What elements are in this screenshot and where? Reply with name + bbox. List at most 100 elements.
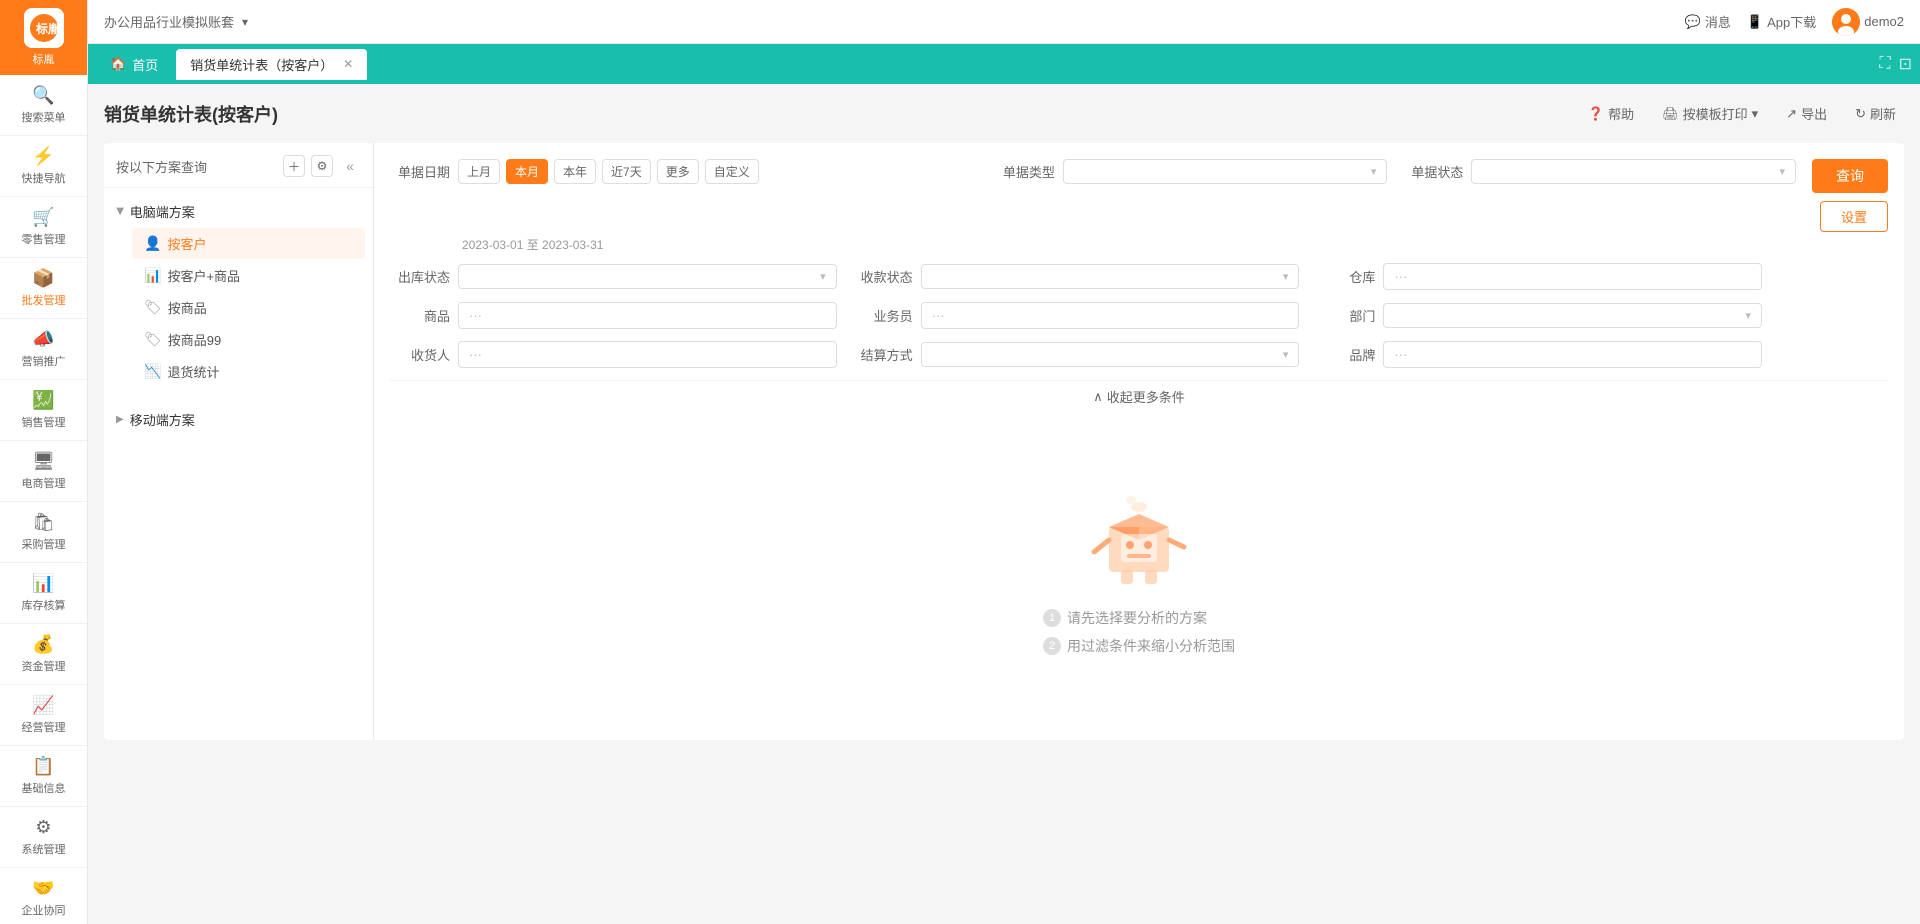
- empty-num-2: 2: [1043, 637, 1061, 655]
- collapse-chevron-icon: ∧: [1093, 389, 1103, 405]
- dept-label: 部门: [1315, 306, 1375, 325]
- tree-parent-mobile[interactable]: ▶ 移动端方案: [104, 404, 373, 435]
- panel-collapse-icon[interactable]: «: [339, 155, 361, 177]
- tree-child-by-product-99[interactable]: 🏷 按商品99: [132, 324, 365, 355]
- sidebar-item-label: 资金管理: [22, 658, 66, 674]
- sidebar-item-inventory[interactable]: 📊 库存核算: [0, 563, 87, 624]
- app-download-action[interactable]: 📱 App下载: [1747, 12, 1816, 31]
- staff-filter[interactable]: ···: [921, 302, 1300, 329]
- sidebar-item-label: 批发管理: [22, 292, 66, 308]
- inventory-icon: 📊: [32, 573, 54, 594]
- consignee-filter[interactable]: ···: [458, 341, 837, 368]
- sidebar-item-wholesale-mgmt[interactable]: 📦 批发管理: [0, 258, 87, 319]
- retail-mgmt-icon: 🛒: [32, 207, 54, 228]
- tab-close-icon[interactable]: ✕: [343, 57, 353, 71]
- sidebar-item-ops-mgmt[interactable]: 📈 经营管理: [0, 685, 87, 746]
- tab-window-icon[interactable]: ⊡: [1899, 54, 1912, 74]
- date-btn-last-7-days[interactable]: 近7天: [602, 159, 651, 184]
- consignee-label: 收货人: [390, 345, 450, 364]
- date-btn-last-month[interactable]: 上月: [458, 159, 500, 184]
- payment-method-filter[interactable]: ▾: [921, 342, 1300, 367]
- tree-parent-desktop-label: 电脑端方案: [130, 202, 195, 221]
- sidebar-item-search-menu[interactable]: 🔍 搜索菜单: [0, 75, 87, 136]
- type-filter[interactable]: ▾: [1063, 159, 1388, 184]
- warehouse-filter[interactable]: ···: [1383, 263, 1762, 290]
- sidebar-item-basic-info[interactable]: 📋 基础信息: [0, 746, 87, 807]
- date-btn-more[interactable]: 更多: [657, 159, 699, 184]
- help-label: 帮助: [1608, 104, 1634, 123]
- tab-home[interactable]: 🏠 首页: [96, 49, 172, 80]
- date-label: 单据日期: [390, 162, 450, 181]
- enterprise-icon: 🤝: [32, 878, 54, 899]
- date-btn-custom[interactable]: 自定义: [705, 159, 759, 184]
- logo-area[interactable]: 标胤 标胤: [0, 0, 87, 75]
- sidebar-item-purchase-mgmt[interactable]: 🛍 采购管理: [0, 502, 87, 563]
- collapse-more-button[interactable]: ∧ 收起更多条件: [390, 380, 1888, 412]
- refresh-icon: ↻: [1855, 106, 1866, 122]
- tree-child-by-product-label: 按商品: [168, 298, 207, 317]
- collapse-more-label: 收起更多条件: [1107, 387, 1185, 406]
- tree-child-by-customer[interactable]: 👤 按客户: [132, 228, 365, 259]
- date-btn-this-month[interactable]: 本月: [506, 159, 548, 184]
- refresh-label: 刷新: [1870, 104, 1896, 123]
- receipt-status-dropdown-icon: ▾: [1283, 270, 1289, 283]
- type-label: 单据类型: [995, 162, 1055, 181]
- brand-filter[interactable]: ···: [1383, 341, 1762, 368]
- sidebar-item-sys-mgmt[interactable]: ⚙ 系统管理: [0, 807, 87, 868]
- empty-num-1: 1: [1043, 609, 1061, 627]
- tree-parent-desktop[interactable]: ▶ 电脑端方案: [104, 196, 373, 227]
- tree-children-desktop: 👤 按客户 📊 按客户+商品 🏷 按商品: [104, 228, 373, 387]
- refresh-button[interactable]: ↻ 刷新: [1847, 100, 1904, 127]
- product-placeholder: ···: [469, 308, 826, 323]
- help-icon: ❓: [1588, 106, 1604, 122]
- empty-hint-2: 2 用过滤条件来缩小分析范围: [1043, 636, 1235, 656]
- return-stats-icon: 📉: [144, 363, 161, 380]
- query-button[interactable]: 查询: [1812, 159, 1888, 193]
- consignee-placeholder: ···: [469, 347, 826, 362]
- panel-settings-icon[interactable]: ⚙: [311, 155, 333, 177]
- export-button[interactable]: ↗ 导出: [1778, 100, 1835, 127]
- sidebar-item-label: 系统管理: [22, 841, 66, 857]
- empty-illustration: [1079, 472, 1199, 592]
- right-panel: 单据日期 上月 本月 本年 近7天 更多 自定义: [374, 143, 1904, 740]
- settings-button[interactable]: 设置: [1820, 201, 1888, 232]
- sidebar-navigation: 🔍 搜索菜单 ⚡ 快捷导航 🛒 零售管理 📦 批发管理 📣 营销推广 💹 销售管…: [0, 75, 87, 924]
- panel-header-actions: ＋ ⚙ «: [283, 155, 361, 177]
- tree-child-by-product[interactable]: 🏷 按商品: [132, 292, 365, 323]
- download-icon: 📱: [1747, 14, 1763, 30]
- panel-add-icon[interactable]: ＋: [283, 155, 305, 177]
- sidebar-item-sales-mgmt[interactable]: 💹 销售管理: [0, 380, 87, 441]
- tree-child-return-stats[interactable]: 📉 退货统计: [132, 356, 365, 387]
- message-action[interactable]: 💬 消息: [1685, 12, 1731, 31]
- filter-section: 单据日期 上月 本月 本年 近7天 更多 自定义: [390, 159, 1888, 412]
- tree-child-by-customer-product[interactable]: 📊 按客户+商品: [132, 260, 365, 291]
- sidebar-item-label: 销售管理: [22, 414, 66, 430]
- wholesale-mgmt-icon: 📦: [32, 268, 54, 289]
- sidebar-item-finance-mgmt[interactable]: 💰 资金管理: [0, 624, 87, 685]
- page-title: 销货单统计表(按客户): [104, 101, 278, 127]
- sidebar-item-retail-mgmt[interactable]: 🛒 零售管理: [0, 197, 87, 258]
- user-area[interactable]: demo2: [1832, 8, 1904, 36]
- marketing-icon: 📣: [32, 329, 54, 350]
- template-print-button[interactable]: 🖨 按模板打印 ▾: [1654, 100, 1766, 127]
- date-btn-this-year[interactable]: 本年: [554, 159, 596, 184]
- header-dropdown-icon[interactable]: ▾: [242, 15, 248, 29]
- status-filter[interactable]: ▾: [1471, 159, 1796, 184]
- product-filter[interactable]: ···: [458, 302, 837, 329]
- receipt-status-filter[interactable]: ▾: [921, 264, 1300, 289]
- sidebar-item-enterprise[interactable]: 🤝 企业协同: [0, 868, 87, 924]
- template-print-label: 按模板打印: [1683, 104, 1748, 123]
- tree-arrow-desktop: ▶: [114, 208, 125, 216]
- sidebar-item-marketing[interactable]: 📣 营销推广: [0, 319, 87, 380]
- tab-sales-stats[interactable]: 销货单统计表（按客户） ✕: [176, 49, 367, 80]
- svg-text:标胤: 标胤: [35, 21, 60, 36]
- sidebar-item-label: 库存核算: [22, 597, 66, 613]
- dept-filter[interactable]: ▾: [1383, 303, 1762, 328]
- out-status-filter[interactable]: ▾: [458, 264, 837, 289]
- payment-method-label: 结算方式: [853, 345, 913, 364]
- sidebar-item-ecom-mgmt[interactable]: 🖥 电商管理: [0, 441, 87, 502]
- logo-text: 标胤: [33, 51, 55, 67]
- tab-fullscreen-icon[interactable]: ⛶: [1879, 55, 1890, 73]
- sidebar-item-quick-nav[interactable]: ⚡ 快捷导航: [0, 136, 87, 197]
- help-button[interactable]: ❓ 帮助: [1580, 100, 1642, 127]
